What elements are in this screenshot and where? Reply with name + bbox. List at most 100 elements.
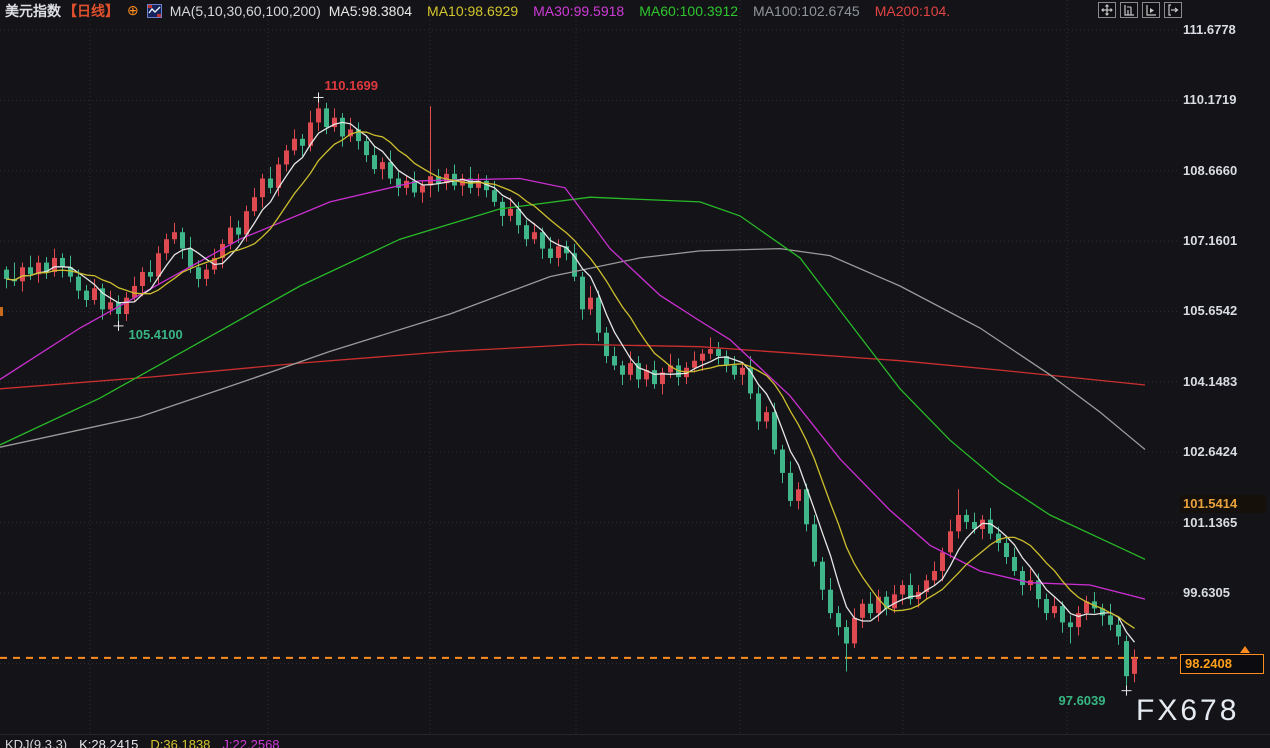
candle-body [196,267,201,279]
move-icon[interactable] [1098,2,1116,18]
period-label[interactable]: 【日线】 [63,1,119,21]
candle-body [316,108,321,122]
left-edge-marker [0,307,3,316]
candle-body [364,141,369,155]
ma60-line [0,197,1145,559]
chart-window: 美元指数 【日线】 ⊕ MA(5,10,30,60,100,200) MA5:9… [0,0,1270,748]
candle-body [508,209,513,216]
ma-value: MA200:104. [875,3,951,19]
add-indicator-icon[interactable]: ⊕ [127,2,139,19]
min-low-annotation: 97.6039 [1059,693,1106,708]
candle-body [76,277,81,291]
candle-body [548,249,553,258]
candle-body [852,618,857,644]
candle-body [164,239,169,253]
y-axis-label: 105.6542 [1183,303,1267,319]
candle-body [84,291,89,300]
candle-body [156,253,161,276]
candle-body [892,594,897,608]
candle-body [1044,599,1049,613]
candle-body [836,613,841,627]
candle-body [580,277,585,310]
candle-body [532,232,537,239]
ma-value: MA10:98.6929 [427,3,518,19]
candle-body [1060,606,1065,622]
candle-body [60,258,65,267]
panel-divider [0,734,1270,735]
candle-body [820,562,825,590]
candle-body [788,473,793,501]
fx678-watermark: FX678 [1136,694,1239,728]
y-axis-label: 104.1483 [1183,374,1267,390]
candle-body [1124,641,1129,676]
candle-body [244,211,249,234]
candle-body [844,627,849,643]
candle-body [940,552,945,571]
ma-value: MA60:100.3912 [639,3,738,19]
candle-body [380,162,385,169]
candle-body [708,349,713,354]
candle-body [596,298,601,333]
kdj-k-value: K:28.2415 [79,737,138,748]
candle-body [964,515,969,522]
candle-body [900,585,905,594]
candle-body [388,162,393,178]
candlestick-chart-icon[interactable] [147,4,162,18]
candle-body [804,489,809,524]
candle-body [1108,615,1113,624]
candle-body [780,450,785,473]
candle-body [108,302,113,309]
ma10-line [7,132,1135,629]
candle-body [692,361,697,368]
candle-body [52,258,57,272]
candle-body [252,197,257,211]
y-axis-label: 110.1719 [1183,92,1267,108]
candle-body [772,412,777,449]
candle-body [292,139,297,151]
candle-body [588,298,593,310]
candle-body [556,246,561,258]
candle-body [932,571,937,580]
candle-body [20,267,25,281]
candle-body [340,118,345,137]
candle-body [324,108,329,127]
current-price-label: 98.2408 [1180,654,1264,674]
swing-low-annotation: 105.4100 [129,327,183,342]
ma-values-row: MA5:98.3804MA10:98.6929MA30:99.5918MA60:… [329,3,950,19]
candle-body [540,232,545,248]
candle-body [996,534,1001,543]
ma-value: MA100:102.6745 [753,3,860,19]
candle-body [132,286,137,298]
candle-body [652,370,657,384]
candle-body [124,298,129,314]
kdj-label: KDJ(9,3,3) [5,737,67,748]
high-annotation: 110.1699 [325,78,379,93]
candle-body [828,590,833,613]
candle-body [860,604,865,618]
candle-body [148,272,153,277]
candle-body [620,365,625,374]
y-axis-label: 99.6305 [1183,585,1267,601]
chart-header: 美元指数 【日线】 ⊕ MA(5,10,30,60,100,200) MA5:9… [0,0,1270,21]
y-axis-highlight-label: 101.5414 [1180,495,1266,513]
kdj-indicator-row[interactable]: KDJ(9,3,3) K:28.2415 D:36.1838 J:22.2568 [5,737,280,748]
candle-body [1132,658,1137,674]
candle-body [268,178,273,187]
candle-body [1004,543,1009,557]
candlestick-chart[interactable] [0,0,1270,748]
candle-body [92,288,97,300]
y-axis-label: 107.1601 [1183,233,1267,249]
chart-panel-left-icon[interactable] [1120,2,1138,18]
candle-body [1068,622,1073,627]
exit-icon[interactable] [1164,2,1182,18]
candle-body [948,531,953,552]
candle-body [180,232,185,248]
y-axis-label: 111.6778 [1183,22,1267,38]
symbol-title[interactable]: 美元指数 [5,1,61,21]
candle-body [612,356,617,365]
chart-panel-play-icon[interactable] [1142,2,1160,18]
chart-toolbar [1098,2,1182,18]
candle-body [524,225,529,239]
ma-value: MA30:99.5918 [533,3,624,19]
candle-body [700,354,705,361]
